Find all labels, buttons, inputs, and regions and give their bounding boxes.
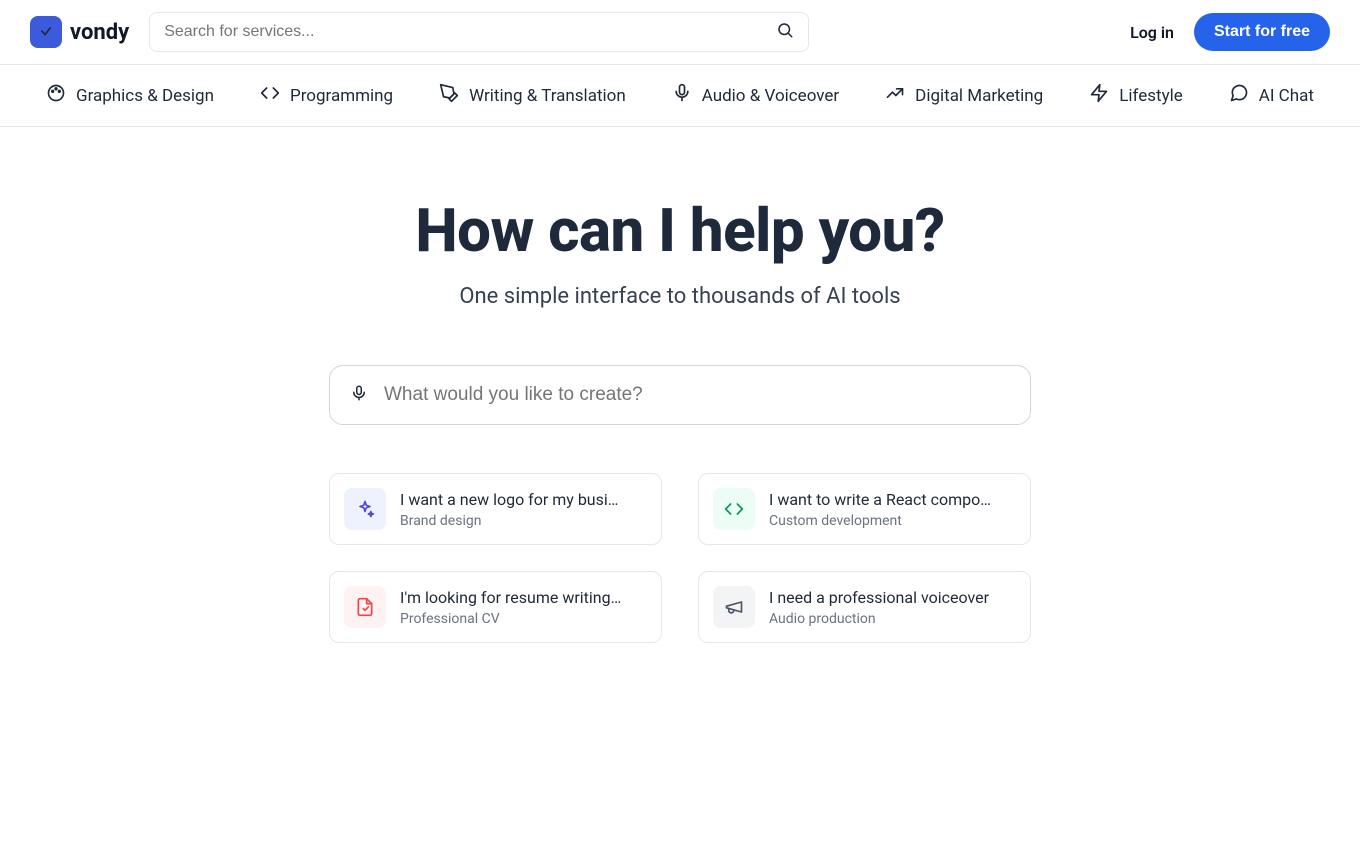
- chat-icon: [1229, 83, 1249, 108]
- card-title: I want to write a React compo…: [769, 490, 991, 509]
- nav-audio-voiceover[interactable]: Audio & Voiceover: [672, 83, 839, 108]
- palette-icon: [46, 83, 66, 108]
- nav-ai-chat[interactable]: AI Chat: [1229, 83, 1314, 108]
- nav-label: Programming: [290, 86, 393, 106]
- prompt-box[interactable]: [329, 365, 1031, 425]
- card-sub: Professional CV: [400, 611, 621, 627]
- card-sub: Audio production: [769, 611, 989, 627]
- code-icon: [260, 83, 280, 108]
- nav-graphics-design[interactable]: Graphics & Design: [46, 83, 214, 108]
- suggestion-cards: I want a new logo for my busi… Brand des…: [329, 473, 1031, 643]
- login-link[interactable]: Log in: [1130, 23, 1174, 42]
- prompt-container: [329, 365, 1031, 425]
- search-icon[interactable]: [776, 21, 794, 43]
- category-nav: Graphics & Design Programming Writing & …: [0, 65, 1360, 127]
- code-icon: [713, 488, 755, 530]
- card-text: I want a new logo for my busi… Brand des…: [400, 490, 618, 529]
- card-sub: Brand design: [400, 513, 618, 529]
- file-edit-icon: [344, 586, 386, 628]
- logo-text: vondy: [70, 20, 129, 45]
- nav-writing-translation[interactable]: Writing & Translation: [439, 83, 626, 108]
- suggestion-card-logo[interactable]: I want a new logo for my busi… Brand des…: [329, 473, 662, 545]
- zap-icon: [1089, 83, 1109, 108]
- header: vondy Log in Start for free: [0, 0, 1360, 65]
- prompt-input[interactable]: [384, 384, 1010, 406]
- mic-icon[interactable]: [350, 384, 368, 406]
- hero-title: How can I help you?: [0, 195, 1360, 266]
- suggestion-card-voiceover[interactable]: I need a professional voiceover Audio pr…: [698, 571, 1031, 643]
- nav-label: Audio & Voiceover: [702, 86, 839, 106]
- card-sub: Custom development: [769, 513, 991, 529]
- nav-lifestyle[interactable]: Lifestyle: [1089, 83, 1183, 108]
- nav-label: Writing & Translation: [469, 86, 626, 106]
- sparkle-icon: [344, 488, 386, 530]
- start-free-button[interactable]: Start for free: [1194, 13, 1330, 51]
- search-input[interactable]: [164, 23, 776, 41]
- trending-up-icon: [885, 83, 905, 108]
- card-text: I want to write a React compo… Custom de…: [769, 490, 991, 529]
- logo[interactable]: vondy: [30, 16, 129, 48]
- nav-programming[interactable]: Programming: [260, 83, 393, 108]
- suggestion-card-resume[interactable]: I'm looking for resume writing… Professi…: [329, 571, 662, 643]
- nav-digital-marketing[interactable]: Digital Marketing: [885, 83, 1043, 108]
- card-title: I need a professional voiceover: [769, 588, 989, 607]
- mic-icon: [672, 83, 692, 108]
- megaphone-icon: [713, 586, 755, 628]
- search-bar[interactable]: [149, 12, 809, 52]
- card-text: I need a professional voiceover Audio pr…: [769, 588, 989, 627]
- nav-label: Graphics & Design: [76, 86, 214, 106]
- logo-mark-icon: [30, 16, 62, 48]
- pen-icon: [439, 83, 459, 108]
- nav-label: AI Chat: [1259, 86, 1314, 106]
- hero: How can I help you? One simple interface…: [0, 127, 1360, 309]
- card-text: I'm looking for resume writing… Professi…: [400, 588, 621, 627]
- header-actions: Log in Start for free: [1130, 13, 1330, 51]
- card-title: I want a new logo for my busi…: [400, 490, 618, 509]
- nav-label: Digital Marketing: [915, 86, 1043, 106]
- card-title: I'm looking for resume writing…: [400, 588, 621, 607]
- hero-subtitle: One simple interface to thousands of AI …: [0, 284, 1360, 309]
- suggestion-card-react[interactable]: I want to write a React compo… Custom de…: [698, 473, 1031, 545]
- nav-label: Lifestyle: [1119, 86, 1183, 106]
